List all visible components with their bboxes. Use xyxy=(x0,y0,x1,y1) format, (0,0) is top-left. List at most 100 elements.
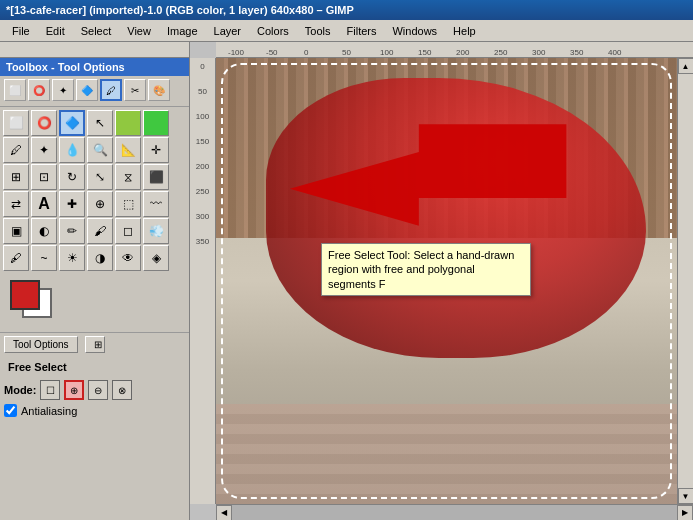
tool-paths[interactable]: 🖊 xyxy=(3,137,29,163)
tool-ellipse-select[interactable]: ⭕ xyxy=(31,110,57,136)
mode-add[interactable]: ⊕ xyxy=(64,380,84,400)
tool-rotate[interactable]: ↻ xyxy=(59,164,85,190)
scroll-down-button[interactable]: ▼ xyxy=(678,488,694,504)
tool-pick-color[interactable]: 💧 xyxy=(59,137,85,163)
tool-eraser[interactable]: ◻ xyxy=(115,218,141,244)
tool-text[interactable]: A xyxy=(31,191,57,217)
ruler-v-0: 0 xyxy=(200,62,204,71)
menu-layer[interactable]: Layer xyxy=(206,23,250,39)
tool-rect-select[interactable]: ⬜ xyxy=(3,110,29,136)
ruler-row: -100 -50 0 50 100 150 200 250 300 350 40… xyxy=(0,42,693,58)
tool-bucket[interactable]: ▣ xyxy=(3,218,29,244)
tool-icon-small-1[interactable]: ⬜ xyxy=(4,79,26,101)
color-area xyxy=(0,274,189,332)
scroll-left-button[interactable]: ◀ xyxy=(216,505,232,521)
menu-select[interactable]: Select xyxy=(73,23,120,39)
tool-icons-top: ⬜ ⭕ ✦ 🔷 🖊 ✂ 🎨 xyxy=(0,76,189,107)
toolbox-panel: Toolbox - Tool Options ⬜ ⭕ ✦ 🔷 🖊 ✂ 🎨 ⬜ ⭕… xyxy=(0,58,190,520)
ruler-h-mark-1: -50 xyxy=(266,48,304,57)
tool-measure[interactable]: 📐 xyxy=(115,137,141,163)
tool-heal[interactable]: ✚ xyxy=(59,191,85,217)
menu-colors[interactable]: Colors xyxy=(249,23,297,39)
ruler-h-mark-5: 150 xyxy=(418,48,456,57)
antialias-row: Antialiasing xyxy=(0,402,189,419)
main-layout: Toolbox - Tool Options ⬜ ⭕ ✦ 🔷 🖊 ✂ 🎨 ⬜ ⭕… xyxy=(0,58,693,520)
ruler-v-7: 350 xyxy=(196,237,209,246)
toolbox-title: Toolbox - Tool Options xyxy=(0,58,189,76)
menu-edit[interactable]: Edit xyxy=(38,23,73,39)
ruler-h-mark-8: 300 xyxy=(532,48,570,57)
tool-zoom[interactable]: 🔍 xyxy=(87,137,113,163)
tool-align[interactable]: ⊞ xyxy=(3,164,29,190)
tool-redeye[interactable]: 👁 xyxy=(115,245,141,271)
mode-replace[interactable]: ☐ xyxy=(40,380,60,400)
tool-warp[interactable]: 〰 xyxy=(143,191,169,217)
menu-view[interactable]: View xyxy=(119,23,159,39)
tool-airbrush[interactable]: 💨 xyxy=(143,218,169,244)
tool-free-select[interactable]: 🔷 xyxy=(59,110,85,136)
ruler-h-mark-7: 250 xyxy=(494,48,532,57)
fg-color-box[interactable] xyxy=(10,280,40,310)
free-select-label: Free Select xyxy=(4,359,185,375)
tool-icon-small-4[interactable]: 🔷 xyxy=(76,79,98,101)
antialias-label: Antialiasing xyxy=(21,405,77,417)
tooltip: Free Select Tool: Select a hand-drawn re… xyxy=(321,243,531,296)
scroll-up-button[interactable]: ▲ xyxy=(678,58,694,74)
ruler-v-2: 100 xyxy=(196,112,209,121)
menu-tools[interactable]: Tools xyxy=(297,23,339,39)
tool-options-extra[interactable]: ⊞ xyxy=(85,336,105,353)
tool-shear[interactable]: ⧖ xyxy=(115,164,141,190)
tool-options-button[interactable]: Tool Options xyxy=(4,336,78,353)
tool-pencil[interactable]: ✏ xyxy=(59,218,85,244)
menu-filters[interactable]: Filters xyxy=(339,23,385,39)
tool-dodge[interactable]: ☀ xyxy=(59,245,85,271)
canvas-area[interactable]: Free Select Tool: Select a hand-drawn re… xyxy=(216,58,677,504)
tool-desat[interactable]: ◑ xyxy=(87,245,113,271)
tool-icon-small-6[interactable]: ✂ xyxy=(124,79,146,101)
ruler-corner-tl xyxy=(0,42,190,58)
tool-clone[interactable]: ⊕ xyxy=(87,191,113,217)
menu-image[interactable]: Image xyxy=(159,23,206,39)
tool-color2[interactable] xyxy=(143,110,169,136)
tool-perspective[interactable]: ⬛ xyxy=(143,164,169,190)
menu-help[interactable]: Help xyxy=(445,23,484,39)
tool-crop[interactable]: ⊡ xyxy=(31,164,57,190)
mode-subtract[interactable]: ⊖ xyxy=(88,380,108,400)
tool-move[interactable]: ✛ xyxy=(143,137,169,163)
tool-convolve[interactable]: ◈ xyxy=(143,245,169,271)
mode-section: Mode: ☐ ⊕ ⊖ ⊗ xyxy=(0,378,189,402)
tool-smudge[interactable]: ~ xyxy=(31,245,57,271)
tool-fuzzy[interactable]: ✦ xyxy=(31,137,57,163)
tool-color1[interactable] xyxy=(115,110,141,136)
ruler-h-mark-6: 200 xyxy=(456,48,494,57)
menu-bar: File Edit Select View Image Layer Colors… xyxy=(0,20,693,42)
scroll-right-button[interactable]: ▶ xyxy=(677,505,693,521)
scrollbar-vertical[interactable]: ▲ ▼ xyxy=(677,58,693,504)
tool-icon-small-2[interactable]: ⭕ xyxy=(28,79,50,101)
menu-windows[interactable]: Windows xyxy=(384,23,445,39)
tool-cursor[interactable]: ↖ xyxy=(87,110,113,136)
tool-scale[interactable]: ⤡ xyxy=(87,164,113,190)
tool-blend[interactable]: ◐ xyxy=(31,218,57,244)
ruler-vertical: 0 50 100 150 200 250 300 350 xyxy=(190,58,216,504)
canvas-with-scroll: 0 50 100 150 200 250 300 350 xyxy=(190,58,693,504)
tool-flip[interactable]: ⇄ xyxy=(3,191,29,217)
tooltip-text: Free Select Tool: Select a hand-drawn re… xyxy=(328,249,514,290)
tool-icon-small-5-active[interactable]: 🖊 xyxy=(100,79,122,101)
scrollbar-horizontal[interactable]: ◀ ▶ xyxy=(216,504,693,520)
tool-paintbrush[interactable]: 🖌 xyxy=(87,218,113,244)
moto-background: Free Select Tool: Select a hand-drawn re… xyxy=(216,58,677,504)
ruler-h-mark-3: 50 xyxy=(342,48,380,57)
antialias-checkbox[interactable] xyxy=(4,404,17,417)
tool-icon-small-7[interactable]: 🎨 xyxy=(148,79,170,101)
tool-grid: ⬜ ⭕ 🔷 ↖ 🖊 ✦ 💧 🔍 📐 ✛ ⊞ ⊡ ↻ ⤡ ⧖ ⬛ ⇄ A ✚ ⊕ xyxy=(0,107,189,274)
tool-perspective2[interactable]: ⬚ xyxy=(115,191,141,217)
ruler-v-1: 50 xyxy=(198,87,207,96)
scroll-h-track[interactable] xyxy=(232,505,677,520)
tool-icon-small-3[interactable]: ✦ xyxy=(52,79,74,101)
free-select-section: Free Select xyxy=(0,356,189,378)
tool-ink[interactable]: 🖋 xyxy=(3,245,29,271)
menu-file[interactable]: File xyxy=(4,23,38,39)
title-text: *[13-cafe-racer] (imported)-1.0 (RGB col… xyxy=(6,4,354,16)
mode-intersect[interactable]: ⊗ xyxy=(112,380,132,400)
